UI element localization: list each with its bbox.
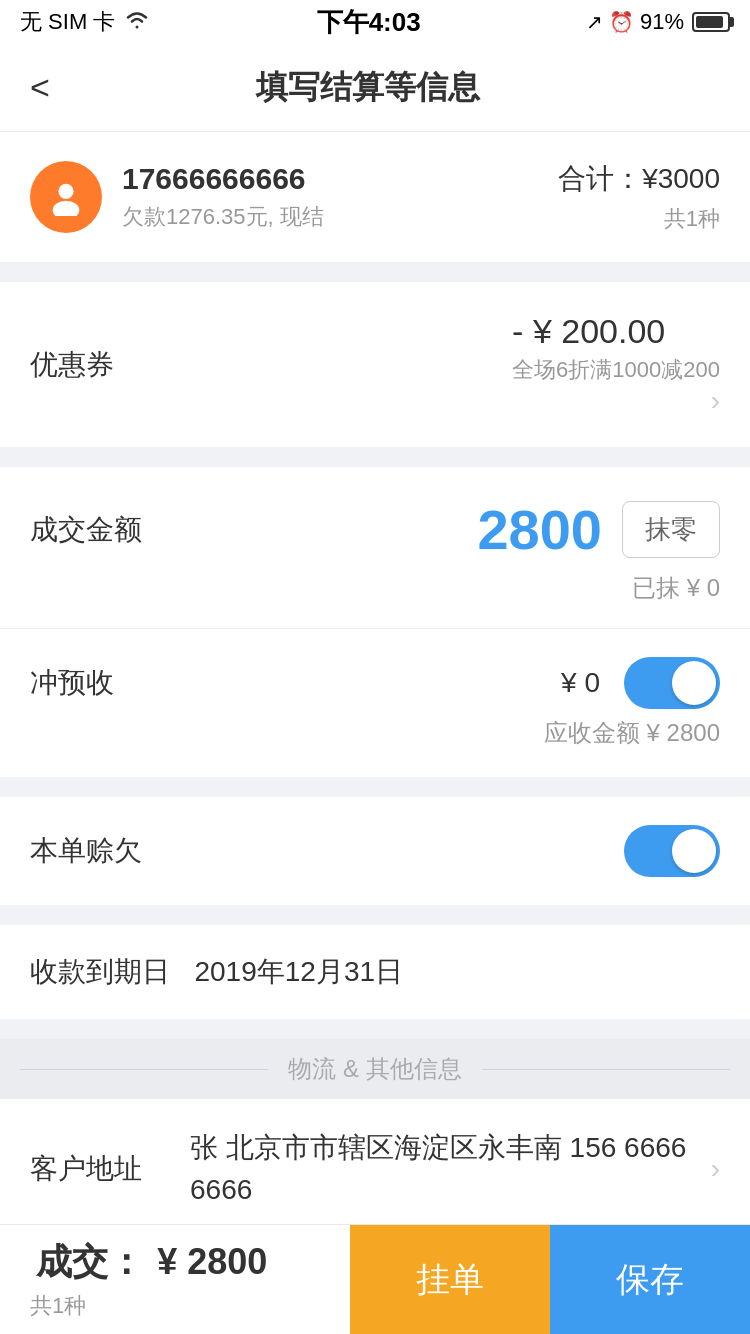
customer-debt: 欠款1276.35元, 现结 <box>122 202 558 232</box>
deal-sub: 已抹 ¥ 0 <box>0 572 750 628</box>
address-chevron-icon: › <box>711 1153 720 1185</box>
svg-point-0 <box>58 184 73 199</box>
divider-line-right <box>482 1069 730 1070</box>
battery-percent: 91% <box>640 9 684 35</box>
bottom-count: 共1种 <box>30 1291 320 1321</box>
prepay-right: ¥ 0 <box>170 657 720 709</box>
toggle-thumb <box>672 829 716 873</box>
due-date-label: 收款到期日 <box>30 956 170 987</box>
credit-toggle[interactable] <box>624 825 720 877</box>
deal-amount: 2800 <box>170 497 602 562</box>
prepay-top: 冲预收 ¥ 0 <box>30 657 720 709</box>
bottom-bar: 成交： ¥ 2800 共1种 挂单 保存 <box>0 1224 750 1334</box>
status-right: ↗ ⏰ 91% <box>586 9 730 35</box>
prepay-sub: 应收金额 ¥ 2800 <box>30 717 720 749</box>
avatar <box>30 161 102 233</box>
bottom-deal: 成交： ¥ 2800 <box>30 1238 320 1287</box>
prepay-toggle[interactable] <box>624 657 720 709</box>
credit-section: 本单赊欠 <box>0 797 750 905</box>
status-left: 无 SIM 卡 <box>20 7 151 37</box>
divider-text: 物流 & 其他信息 <box>288 1053 461 1085</box>
customer-info: 17666666666 欠款1276.35元, 现结 <box>122 162 558 232</box>
save-button[interactable]: 保存 <box>550 1225 750 1335</box>
total-amount: 合计：¥3000 <box>558 160 720 198</box>
battery-icon <box>692 12 730 32</box>
coupon-section: 优惠券 - ¥ 200.00 全场6折满1000减200 › <box>0 282 750 447</box>
total-count: 共1种 <box>558 204 720 234</box>
prepay-label: 冲预收 <box>30 664 170 702</box>
bottom-summary: 成交： ¥ 2800 共1种 <box>0 1238 350 1321</box>
nav-bar: < 填写结算等信息 <box>0 44 750 132</box>
due-date-section: 收款到期日 2019年12月31日 <box>0 925 750 1019</box>
svg-point-1 <box>53 201 80 216</box>
address-section[interactable]: 客户地址 张 北京市市辖区海淀区永丰南 156 6666 6666 › <box>0 1099 750 1239</box>
divider-line-left <box>20 1069 268 1070</box>
customer-phone: 17666666666 <box>122 162 558 196</box>
customer-total: 合计：¥3000 共1种 <box>558 160 720 234</box>
deal-label: 成交金额 <box>30 511 170 549</box>
round-button[interactable]: 抹零 <box>622 501 720 558</box>
credit-label: 本单赊欠 <box>30 832 624 870</box>
page-title: 填写结算等信息 <box>70 66 666 110</box>
location-icon: ↗ <box>586 10 603 34</box>
prepay-amount: ¥ 0 <box>561 667 600 699</box>
coupon-desc: 全场6折满1000减200 <box>512 355 720 385</box>
alarm-icon: ⏰ <box>609 10 634 34</box>
logistics-divider: 物流 & 其他信息 <box>0 1039 750 1099</box>
coupon-amount: - ¥ 200.00 <box>512 312 720 351</box>
status-bar: 无 SIM 卡 下午4:03 ↗ ⏰ 91% <box>0 0 750 44</box>
coupon-right: - ¥ 200.00 全场6折满1000减200 › <box>170 312 720 417</box>
customer-card: 17666666666 欠款1276.35元, 现结 合计：¥3000 共1种 <box>0 132 750 262</box>
address-value: 张 北京市市辖区海淀区永丰南 156 6666 6666 <box>190 1127 697 1211</box>
status-time: 下午4:03 <box>317 5 421 40</box>
coupon-label: 优惠券 <box>30 346 170 384</box>
main-content: 17666666666 欠款1276.35元, 现结 合计：¥3000 共1种 … <box>0 132 750 1334</box>
wifi-icon <box>123 8 151 36</box>
carrier-text: 无 SIM 卡 <box>20 7 115 37</box>
prepay-row: 冲预收 ¥ 0 应收金额 ¥ 2800 <box>0 628 750 777</box>
due-date-value: 2019年12月31日 <box>194 956 403 987</box>
back-button[interactable]: < <box>30 68 50 107</box>
hold-button[interactable]: 挂单 <box>350 1225 550 1335</box>
deal-row: 成交金额 2800 抹零 <box>0 467 750 572</box>
address-label: 客户地址 <box>30 1150 170 1188</box>
toggle-thumb <box>672 661 716 705</box>
chevron-right-icon: › <box>711 385 720 417</box>
deal-section: 成交金额 2800 抹零 已抹 ¥ 0 冲预收 ¥ 0 应收金额 ¥ 2800 <box>0 467 750 777</box>
coupon-row[interactable]: 优惠券 - ¥ 200.00 全场6折满1000减200 › <box>0 282 750 447</box>
